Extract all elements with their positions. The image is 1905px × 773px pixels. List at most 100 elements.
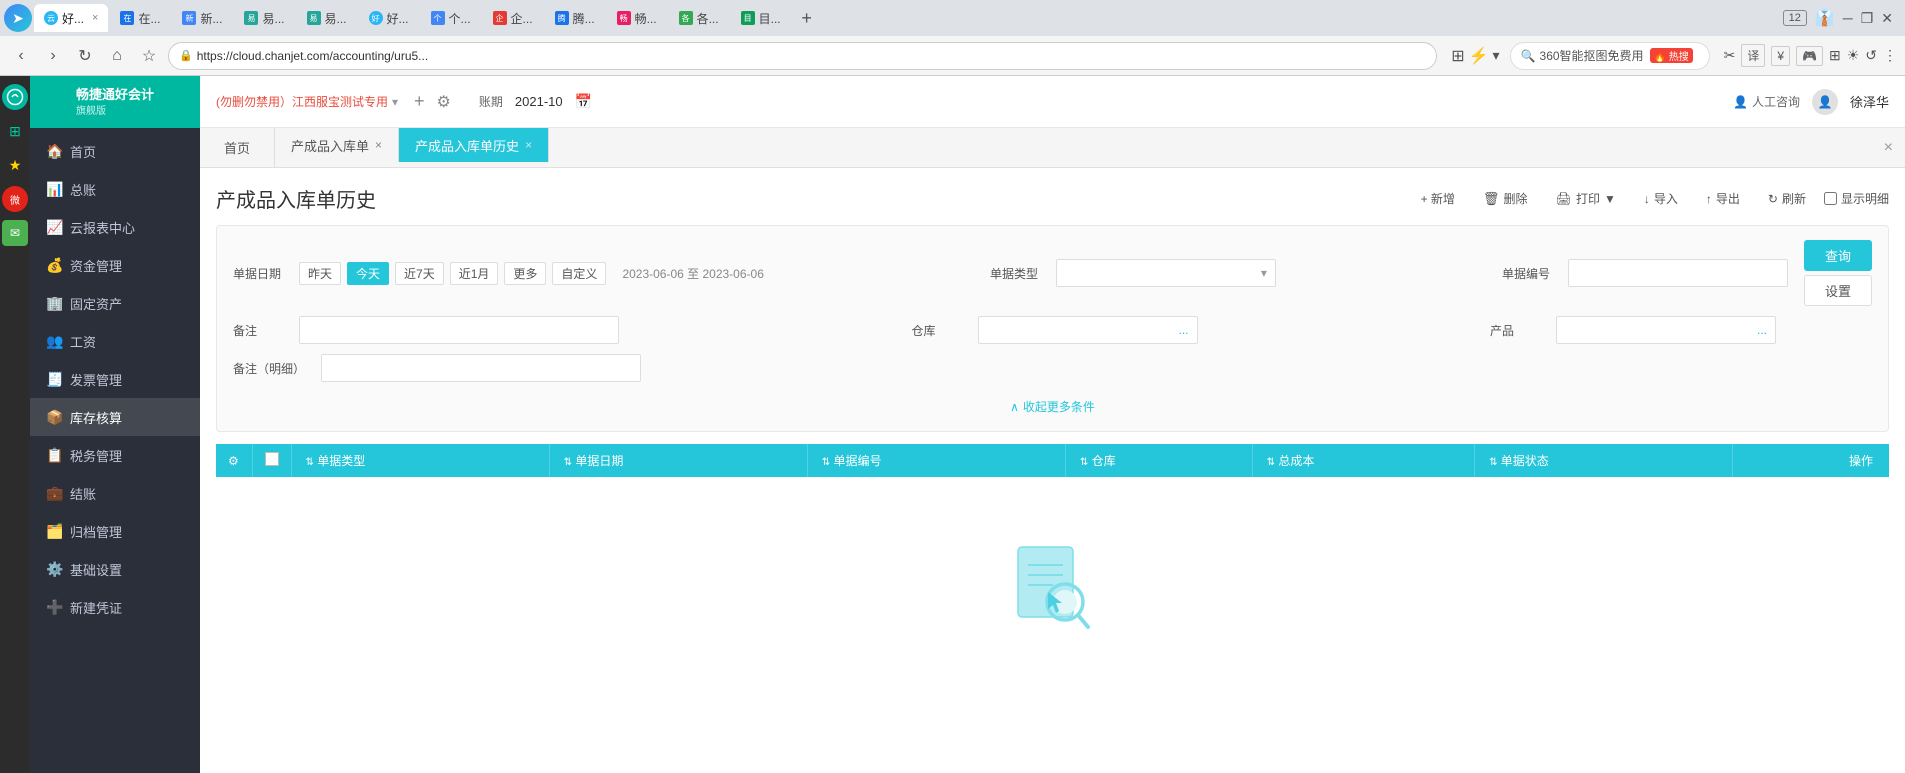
sidebar-item-checkout[interactable]: 💼 结账 [30, 474, 200, 512]
browser-nav-icon[interactable]: ➤ [4, 4, 32, 32]
game-icon[interactable]: 🎮 [1796, 46, 1823, 66]
export-button[interactable]: ↑ 导出 [1696, 186, 1750, 211]
sun-icon[interactable]: ☀ [1847, 47, 1860, 64]
sidebar-item-archive[interactable]: 🗂️ 归档管理 [30, 512, 200, 550]
remark-detail-filter-input[interactable] [321, 354, 641, 382]
breadcrumb-home[interactable]: 首页 [216, 138, 258, 157]
user-name-label[interactable]: 徐泽华 [1850, 92, 1889, 111]
translate-icon[interactable]: 译 [1741, 44, 1765, 67]
forward-button[interactable]: › [40, 43, 66, 69]
sidebar-item-cloud-report[interactable]: 📈 云报表中心 [30, 208, 200, 246]
type-filter-select[interactable]: ▾ [1056, 259, 1276, 287]
bookmark-button[interactable]: ☆ [136, 43, 162, 69]
show-detail-checkbox[interactable] [1824, 192, 1837, 205]
close-button[interactable]: ✕ [1881, 10, 1893, 27]
th-warehouse[interactable]: ⇅ 仓库 [1065, 444, 1252, 477]
date-btn-today[interactable]: 今天 [347, 262, 389, 285]
scissors-icon[interactable]: ✂ [1724, 47, 1736, 64]
rail-360-icon[interactable] [2, 84, 28, 110]
rail-mail-icon[interactable]: ✉ [2, 220, 28, 246]
grid-icon[interactable]: ⊞ [1451, 46, 1464, 66]
more-icon[interactable]: ⋮ [1883, 47, 1897, 64]
collapse-conditions-button[interactable]: ∧ 收起更多条件 [1010, 398, 1095, 415]
date-btn-7days[interactable]: 近7天 [395, 262, 444, 285]
minimize-button[interactable]: ─ [1843, 10, 1853, 26]
browser-tab-9[interactable]: 腾 腾... [545, 4, 605, 32]
undo-icon[interactable]: ↺ [1865, 47, 1877, 64]
sidebar-item-inventory[interactable]: 📦 库存核算 [30, 398, 200, 436]
browser-tab-2[interactable]: 新 新... [172, 4, 232, 32]
tab-8-close[interactable]: × [92, 12, 98, 24]
browser-tab-12[interactable]: 目 目... [731, 4, 791, 32]
date-btn-1month[interactable]: 近1月 [450, 262, 499, 285]
browser-profile-icon[interactable]: 👔 [1815, 8, 1835, 28]
maximize-button[interactable]: ❐ [1861, 10, 1874, 27]
rail-star-icon[interactable]: ★ [2, 152, 28, 178]
sidebar-item-basic-settings[interactable]: ⚙️ 基础设置 [30, 550, 200, 588]
close-all-tabs[interactable]: × [1872, 128, 1905, 167]
product-filter-select[interactable]: ... [1556, 316, 1776, 344]
warehouse-filter-select[interactable]: ... [978, 316, 1198, 344]
browser-tab-8[interactable]: 云 好... × [34, 4, 108, 32]
page-tab-list[interactable]: 产成品入库单 × [275, 128, 399, 162]
browser-tab-3[interactable]: 易 易... [234, 4, 294, 32]
calendar-icon[interactable]: 📅 [575, 93, 592, 110]
query-button[interactable]: 查询 [1804, 240, 1872, 271]
browser-tab-4[interactable]: 易 易... [297, 4, 357, 32]
sidebar-item-ledger[interactable]: 📊 总账 [30, 170, 200, 208]
delete-button[interactable]: 🗑 删除 [1473, 186, 1538, 211]
user-avatar[interactable]: 👤 [1812, 89, 1838, 115]
th-status[interactable]: ⇅ 单据状态 [1475, 444, 1733, 477]
browser-tab-11[interactable]: 各 各... [669, 4, 729, 32]
home-button[interactable]: ⌂ [104, 43, 130, 69]
browser-tab-1[interactable]: 在 在... [110, 4, 170, 32]
select-all-checkbox[interactable] [265, 452, 279, 466]
date-btn-yesterday[interactable]: 昨天 [299, 262, 341, 285]
rail-weibo-icon[interactable]: 微 [2, 186, 28, 212]
th-gear[interactable]: ⚙ [216, 444, 252, 477]
rail-home-icon[interactable]: ⊞ [2, 118, 28, 144]
sidebar-item-invoice[interactable]: 🧾 发票管理 [30, 360, 200, 398]
page-tab-list-close[interactable]: × [375, 138, 382, 152]
new-tab-button[interactable]: + [793, 4, 821, 32]
sidebar-item-fund[interactable]: 💰 资金管理 [30, 246, 200, 284]
sidebar-item-tax[interactable]: 📋 税务管理 [30, 436, 200, 474]
sidebar-item-fixed-assets[interactable]: 🏢 固定资产 [30, 284, 200, 322]
sidebar-item-payroll[interactable]: 👥 工资 [30, 322, 200, 360]
print-button[interactable]: 🖨 打印 ▼ [1545, 186, 1625, 211]
th-type[interactable]: ⇅ 单据类型 [291, 444, 549, 477]
back-button[interactable]: ‹ [8, 43, 34, 69]
th-total-cost[interactable]: ⇅ 总成本 [1252, 444, 1474, 477]
sidebar-item-home[interactable]: 🏠 首页 [30, 132, 200, 170]
page-tab-history[interactable]: 产成品入库单历史 × [399, 128, 549, 162]
date-btn-more[interactable]: 更多 [504, 262, 546, 285]
browser-tab-6[interactable]: 个 个... [421, 4, 481, 32]
th-check[interactable] [252, 444, 291, 477]
lightning-icon[interactable]: ⚡ [1469, 46, 1489, 66]
browser-search-text[interactable]: 360智能抠图免费用 [1540, 47, 1644, 64]
import-button[interactable]: ↓ 导入 [1634, 186, 1688, 211]
company-selector[interactable]: (勿删勿禁用）江西服宝测试专用 ▾ [216, 93, 398, 110]
setting-button[interactable]: 设置 [1804, 275, 1872, 306]
refresh-button[interactable]: ↻ 刷新 [1758, 186, 1816, 211]
refresh-button[interactable]: ↻ [72, 43, 98, 69]
address-bar[interactable]: 🔒 https://cloud.chanjet.com/accounting/u… [168, 42, 1437, 70]
new-button[interactable]: + 新增 [1411, 186, 1465, 211]
remark-filter-input[interactable] [299, 316, 619, 344]
company-dropdown-arrow[interactable]: ▾ [392, 95, 398, 109]
yuan-icon[interactable]: ¥ [1771, 46, 1790, 66]
browser-tab-5[interactable]: 好 好... [359, 4, 419, 32]
user-service-button[interactable]: 👤 人工咨询 [1733, 93, 1800, 110]
number-filter-input[interactable] [1568, 259, 1788, 287]
page-tab-history-close[interactable]: × [525, 138, 532, 152]
windows-icon[interactable]: ⊞ [1829, 47, 1841, 64]
browser-tab-10[interactable]: 畅 畅... [607, 4, 667, 32]
show-detail-toggle[interactable]: 显示明细 [1824, 190, 1889, 207]
th-number[interactable]: ⇅ 单据编号 [807, 444, 1065, 477]
add-company-button[interactable]: + [414, 91, 425, 112]
settings-icon[interactable]: ⚙ [437, 92, 451, 112]
date-btn-custom[interactable]: 自定义 [552, 262, 606, 285]
sidebar-item-new-voucher[interactable]: ➕ 新建凭证 [30, 588, 200, 626]
browser-tab-7[interactable]: 企 企... [483, 4, 543, 32]
dropdown-arrow[interactable]: ▾ [1493, 47, 1500, 64]
